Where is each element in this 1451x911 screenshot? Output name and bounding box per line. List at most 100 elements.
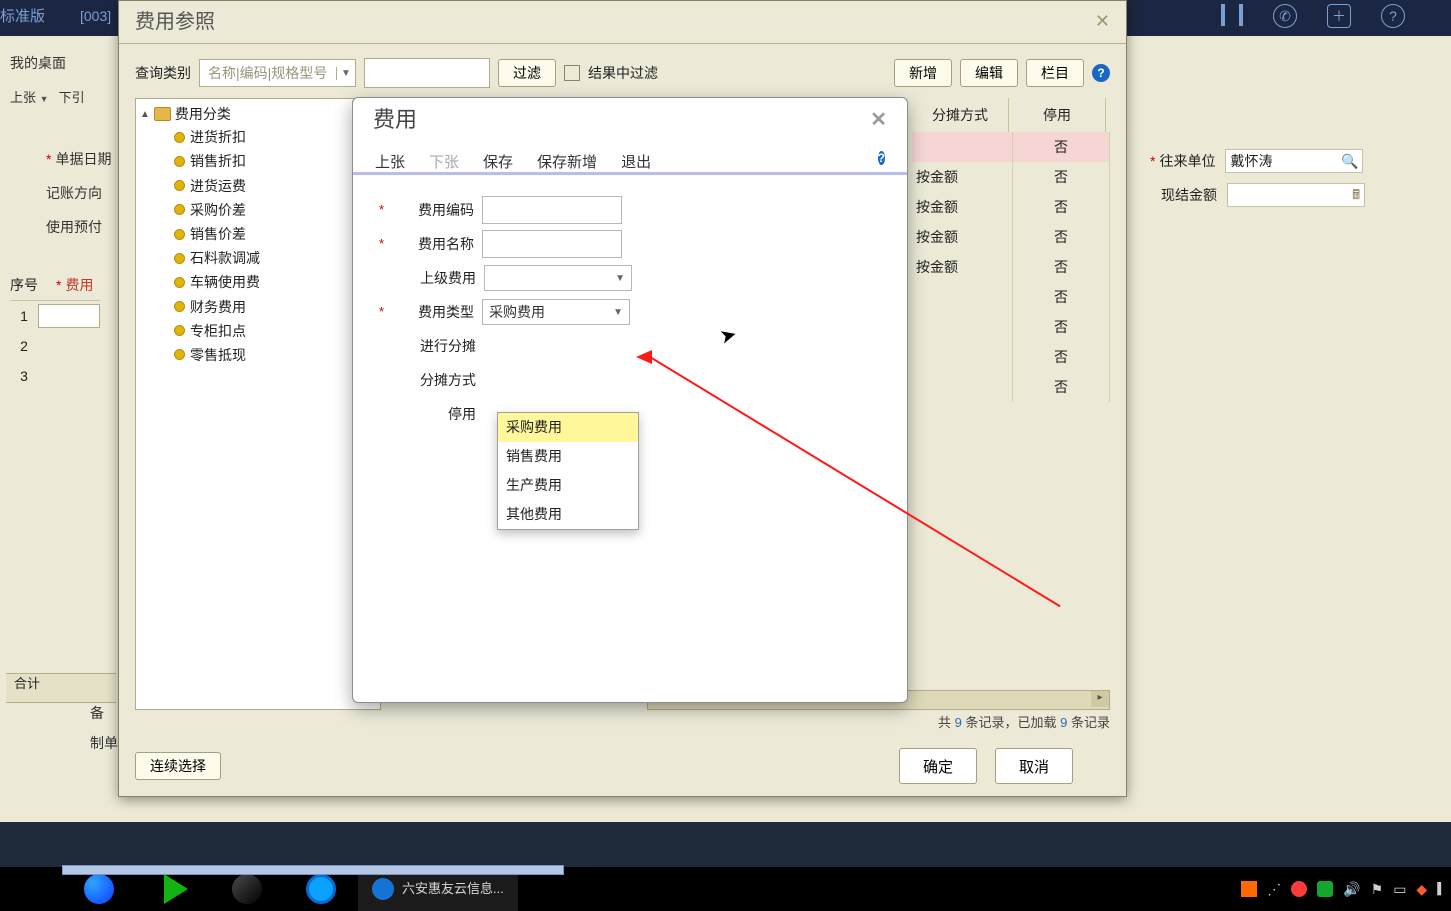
prev-sheet-button[interactable]: 上张 ▼ — [10, 90, 49, 107]
plug-icon[interactable] — [1221, 4, 1243, 26]
bullet-icon — [174, 277, 185, 288]
filter-in-result-checkbox[interactable] — [564, 65, 580, 81]
table-row[interactable]: 按金额否 — [912, 252, 1110, 282]
dropdown-option[interactable]: 采购费用 — [498, 413, 638, 442]
search-icon[interactable]: 🔍 — [1341, 152, 1358, 170]
parent-fee-select[interactable]: ▼ — [484, 265, 632, 291]
tray-battery-icon[interactable]: ▭ — [1393, 880, 1406, 898]
tree-item[interactable]: 车辆使用费 — [174, 270, 376, 294]
table-row[interactable]: 否 — [912, 132, 1110, 162]
dropdown-option[interactable]: 生产费用 — [498, 471, 638, 500]
bullet-icon — [174, 229, 185, 240]
table-row[interactable]: 按金额否 — [912, 222, 1110, 252]
tray-sogou-icon[interactable] — [1241, 881, 1257, 897]
tree-item[interactable]: 财务费用 — [174, 295, 376, 319]
save-tab[interactable]: 保存 — [483, 153, 513, 173]
table-row[interactable]: 按金额否 — [912, 192, 1110, 222]
dialog-title: 费用参照 — [135, 9, 215, 35]
tree-item[interactable]: 进货运费 — [174, 174, 376, 198]
use-pred-label: 使用预付 — [46, 218, 102, 236]
query-type-select[interactable]: 名称|编码|规格型号▼ — [199, 59, 356, 87]
table-row[interactable]: 否 — [912, 282, 1110, 312]
my-desktop-link[interactable]: 我的桌面 — [10, 54, 120, 72]
system-tray[interactable]: ⋰ 🔊 ⚑ ▭ ◆ ▌ — [1241, 867, 1445, 911]
edit-button[interactable]: 编辑 — [960, 59, 1018, 87]
disable-label: 停用 — [390, 405, 476, 423]
seq-row-3: 3 — [10, 367, 38, 385]
modal2-title: 费用 — [373, 106, 417, 135]
total-label: 合计 — [6, 676, 40, 691]
help-icon[interactable]: ? — [878, 151, 885, 165]
bill-date-label: 单据日期 — [55, 150, 111, 168]
ok-button[interactable]: 确定 — [899, 748, 977, 784]
seq-row-1: 1 — [10, 307, 38, 325]
folder-icon — [154, 107, 171, 121]
help-icon[interactable]: ? — [1381, 4, 1405, 28]
next-sheet-button[interactable]: 下引 — [59, 90, 85, 107]
tree-item[interactable]: 销售折扣 — [174, 149, 376, 173]
table-row[interactable]: 按金额否 — [912, 162, 1110, 192]
new-button[interactable]: 新增 — [894, 59, 952, 87]
table-row[interactable]: 否 — [912, 372, 1110, 402]
columns-button[interactable]: 栏目 — [1026, 59, 1084, 87]
tree-item[interactable]: 石料款调减 — [174, 246, 376, 270]
tree-item[interactable]: 采购价差 — [174, 198, 376, 222]
tray-ww-icon[interactable] — [1291, 881, 1307, 897]
app-title: 标准版 — [0, 7, 45, 27]
tray-action-icon[interactable]: ◆ — [1416, 880, 1427, 898]
col-alloc-method: 分摊方式 — [912, 98, 1009, 132]
exit-tab[interactable]: 退出 — [621, 153, 651, 173]
fee-code-input[interactable] — [482, 196, 622, 224]
bullet-icon — [174, 156, 185, 167]
help-icon[interactable]: ? — [1092, 64, 1110, 82]
partner-input[interactable]: 戴怀涛🔍 — [1225, 149, 1363, 173]
session-code: [003] — [80, 7, 111, 25]
fee-name-input[interactable] — [482, 230, 622, 258]
seq-header-fee: *费用 — [56, 276, 93, 294]
fee-type-dropdown[interactable]: 采购费用销售费用生产费用其他费用 — [497, 412, 639, 530]
seq-input-1[interactable] — [38, 304, 100, 328]
close-icon[interactable]: ✕ — [1095, 10, 1110, 33]
save-new-tab[interactable]: 保存新增 — [537, 153, 597, 173]
continuous-select-button[interactable]: 连续选择 — [135, 752, 221, 780]
query-input[interactable] — [364, 58, 490, 88]
dropdown-option[interactable]: 销售费用 — [498, 442, 638, 471]
bullet-icon — [174, 204, 185, 215]
acct-side-label: 记账方向 — [46, 184, 102, 202]
alloc-method-label: 分摊方式 — [390, 371, 476, 389]
bullet-icon — [174, 349, 185, 360]
cancel-button[interactable]: 取消 — [995, 748, 1073, 784]
headset-icon[interactable]: ✆ — [1273, 4, 1297, 28]
parent-fee-label: 上级费用 — [390, 269, 476, 287]
tray-wifi-icon[interactable]: ⋰ — [1267, 880, 1281, 898]
tree-item[interactable]: 进货折扣 — [174, 125, 376, 149]
seq-header-no: 序号 — [10, 276, 38, 294]
tray-volume-icon[interactable]: 🔊 — [1343, 880, 1360, 898]
tree-item[interactable]: 销售价差 — [174, 222, 376, 246]
tray-guard-icon[interactable] — [1317, 881, 1333, 897]
table-row[interactable]: 否 — [912, 342, 1110, 372]
cash-label: 现结金额 — [1161, 186, 1217, 204]
alloc-label: 进行分摊 — [390, 337, 476, 355]
fee-type-label: 费用类型 — [388, 303, 474, 321]
prev-tab[interactable]: 上张 — [375, 153, 405, 173]
filter-button[interactable]: 过滤 — [498, 59, 556, 87]
bullet-icon — [174, 180, 185, 191]
tree-item[interactable]: 零售抵现 — [174, 343, 376, 367]
col-disabled: 停用 — [1009, 98, 1106, 132]
partner-label: 往来单位 — [1159, 152, 1215, 170]
fee-type-select[interactable]: 采购费用▼ — [482, 299, 630, 325]
bullet-icon — [174, 301, 185, 312]
tray-flag-icon[interactable]: ⚑ — [1371, 880, 1384, 898]
new-chat-icon[interactable]: ＋ — [1327, 4, 1351, 28]
dropdown-option[interactable]: 其他费用 — [498, 500, 638, 529]
tray-chevron-icon[interactable]: ▌ — [1437, 882, 1445, 896]
category-tree[interactable]: ▲费用分类 进货折扣销售折扣进货运费采购价差销售价差石料款调减车辆使用费财务费用… — [135, 98, 381, 710]
calculator-icon[interactable]: 🖩 — [1352, 187, 1360, 204]
fee-code-label: 费用编码 — [388, 201, 474, 219]
fee-edit-dialog: 费用 ✕ 上张 下张 保存 保存新增 退出 ? *费用编码 *费用名称 上级费用… — [352, 97, 908, 703]
tree-item[interactable]: 专柜扣点 — [174, 319, 376, 343]
table-row[interactable]: 否 — [912, 312, 1110, 342]
cash-input[interactable]: 🖩 — [1227, 183, 1365, 207]
close-icon[interactable]: ✕ — [870, 107, 887, 133]
